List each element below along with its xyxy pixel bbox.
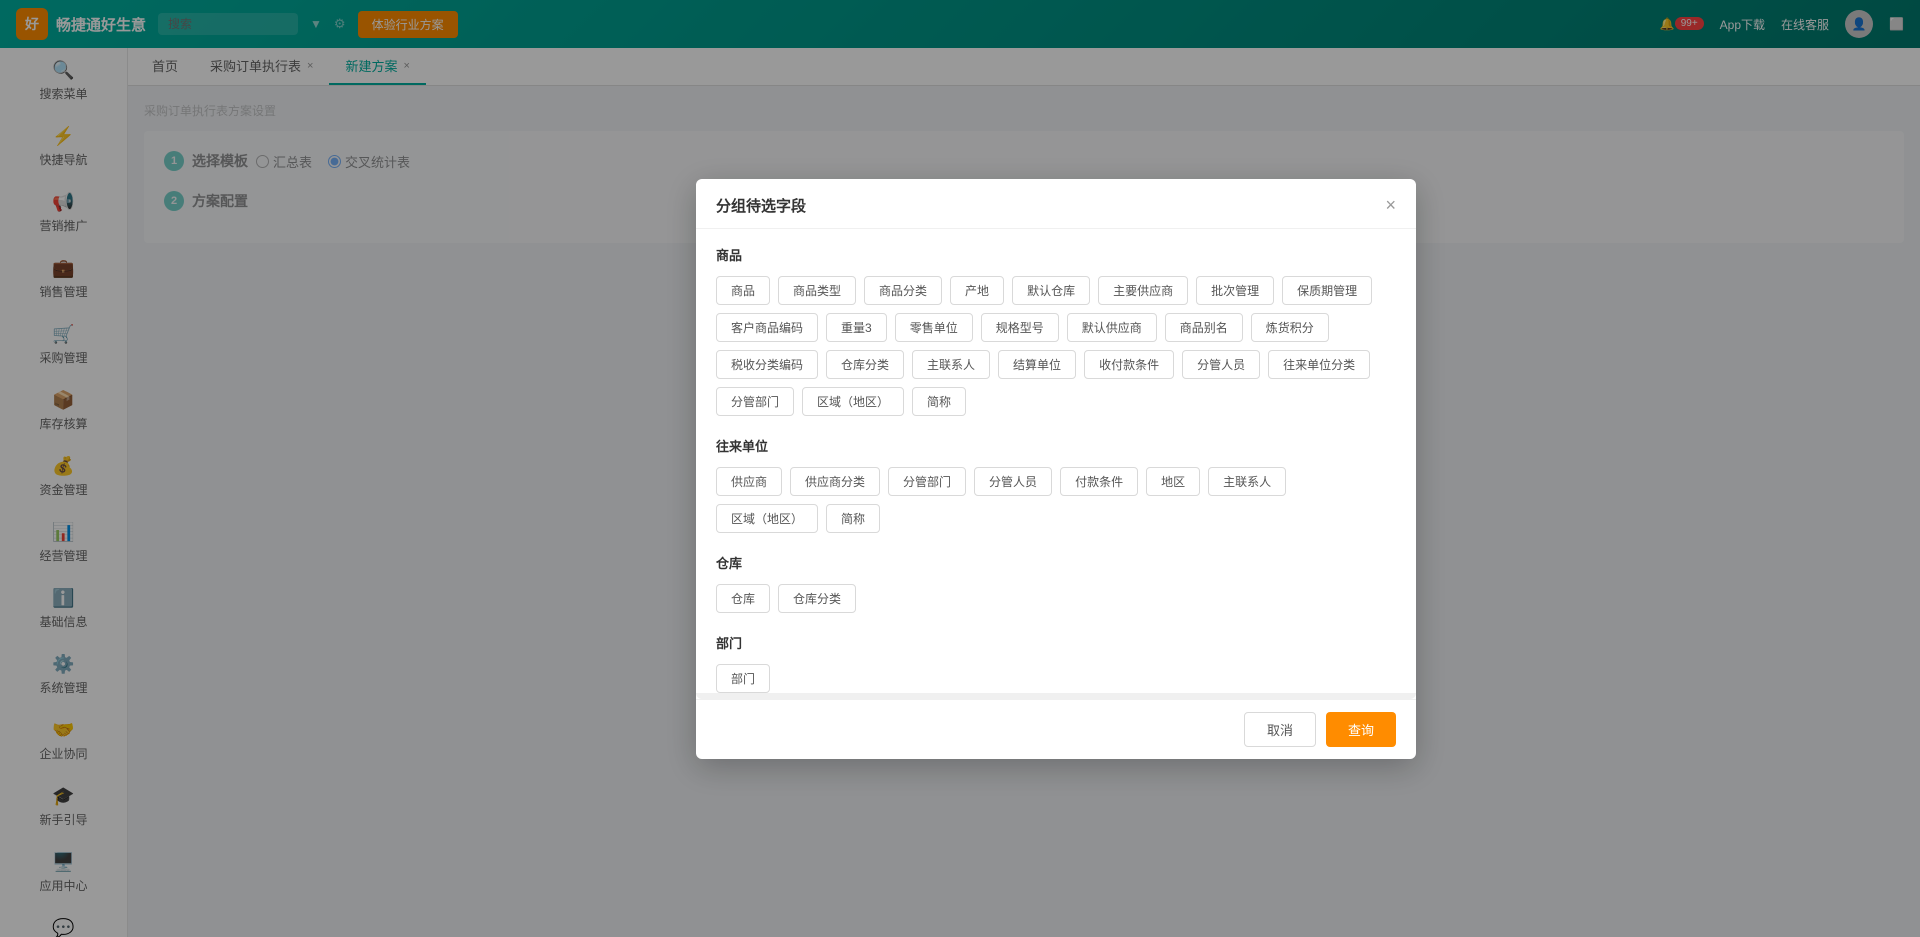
chip-partner-5[interactable]: 地区: [1146, 467, 1200, 496]
section-title-goods: 商品: [716, 245, 1396, 264]
chip-goods-17[interactable]: 主联系人: [912, 350, 990, 379]
chip-partner-0[interactable]: 供应商: [716, 467, 782, 496]
chip-warehouse-0[interactable]: 仓库: [716, 584, 770, 613]
chip-partner-2[interactable]: 分管部门: [888, 467, 966, 496]
chip-goods-19[interactable]: 收付款条件: [1084, 350, 1174, 379]
chip-goods-24[interactable]: 简称: [912, 387, 966, 416]
modal-title: 分组待选字段: [716, 195, 806, 216]
chip-partner-8[interactable]: 简称: [826, 504, 880, 533]
chip-goods-22[interactable]: 分管部门: [716, 387, 794, 416]
chip-goods-8[interactable]: 客户商品编码: [716, 313, 818, 342]
chips-goods: 商品商品类型商品分类产地默认仓库主要供应商批次管理保质期管理客户商品编码重量3 零…: [716, 276, 1396, 416]
chips-partner: 供应商供应商分类分管部门分管人员付款条件地区主联系人区域（地区） 简称: [716, 467, 1396, 533]
chip-partner-3[interactable]: 分管人员: [974, 467, 1052, 496]
section-warehouse: 仓库仓库仓库分类: [716, 553, 1396, 613]
chips-department: 部门: [716, 664, 1396, 693]
section-title-department: 部门: [716, 633, 1396, 652]
chip-goods-9[interactable]: 重量3: [826, 313, 887, 342]
chip-partner-7[interactable]: 区域（地区）: [716, 504, 818, 533]
chip-goods-13[interactable]: 商品别名: [1165, 313, 1243, 342]
modal-dialog: 分组待选字段 × 商品商品商品类型商品分类产地默认仓库主要供应商批次管理保质期管…: [696, 179, 1416, 759]
chip-goods-12[interactable]: 默认供应商: [1067, 313, 1157, 342]
chip-goods-15[interactable]: 税收分类编码: [716, 350, 818, 379]
chip-goods-5[interactable]: 主要供应商: [1098, 276, 1188, 305]
section-partner: 往来单位供应商供应商分类分管部门分管人员付款条件地区主联系人区域（地区） 简称: [716, 436, 1396, 533]
modal-header: 分组待选字段 ×: [696, 179, 1416, 229]
chip-goods-23[interactable]: 区域（地区）: [802, 387, 904, 416]
horizontal-scrollbar[interactable]: [696, 693, 1416, 699]
chip-goods-18[interactable]: 结算单位: [998, 350, 1076, 379]
chip-goods-11[interactable]: 规格型号: [981, 313, 1059, 342]
chip-goods-7[interactable]: 保质期管理: [1282, 276, 1372, 305]
cancel-button[interactable]: 取消: [1244, 712, 1316, 747]
chip-goods-2[interactable]: 商品分类: [864, 276, 942, 305]
modal-close-btn[interactable]: ×: [1385, 195, 1396, 216]
chip-partner-4[interactable]: 付款条件: [1060, 467, 1138, 496]
chip-goods-20[interactable]: 分管人员: [1182, 350, 1260, 379]
modal-footer: 取消 查询: [696, 699, 1416, 759]
confirm-button[interactable]: 查询: [1326, 712, 1396, 747]
section-goods: 商品商品商品类型商品分类产地默认仓库主要供应商批次管理保质期管理客户商品编码重量…: [716, 245, 1396, 416]
chip-goods-6[interactable]: 批次管理: [1196, 276, 1274, 305]
chip-goods-0[interactable]: 商品: [716, 276, 770, 305]
section-title-warehouse: 仓库: [716, 553, 1396, 572]
chip-goods-4[interactable]: 默认仓库: [1012, 276, 1090, 305]
section-department: 部门部门: [716, 633, 1396, 693]
chip-warehouse-1[interactable]: 仓库分类: [778, 584, 856, 613]
modal-body[interactable]: 商品商品商品类型商品分类产地默认仓库主要供应商批次管理保质期管理客户商品编码重量…: [696, 229, 1416, 693]
chip-goods-3[interactable]: 产地: [950, 276, 1004, 305]
chip-department-0[interactable]: 部门: [716, 664, 770, 693]
chip-goods-10[interactable]: 零售单位: [895, 313, 973, 342]
chip-goods-14[interactable]: 炼货积分: [1251, 313, 1329, 342]
chip-goods-1[interactable]: 商品类型: [778, 276, 856, 305]
chips-warehouse: 仓库仓库分类: [716, 584, 1396, 613]
chip-partner-1[interactable]: 供应商分类: [790, 467, 880, 496]
chip-partner-6[interactable]: 主联系人: [1208, 467, 1286, 496]
chip-goods-16[interactable]: 仓库分类: [826, 350, 904, 379]
section-title-partner: 往来单位: [716, 436, 1396, 455]
chip-goods-21[interactable]: 往来单位分类: [1268, 350, 1370, 379]
